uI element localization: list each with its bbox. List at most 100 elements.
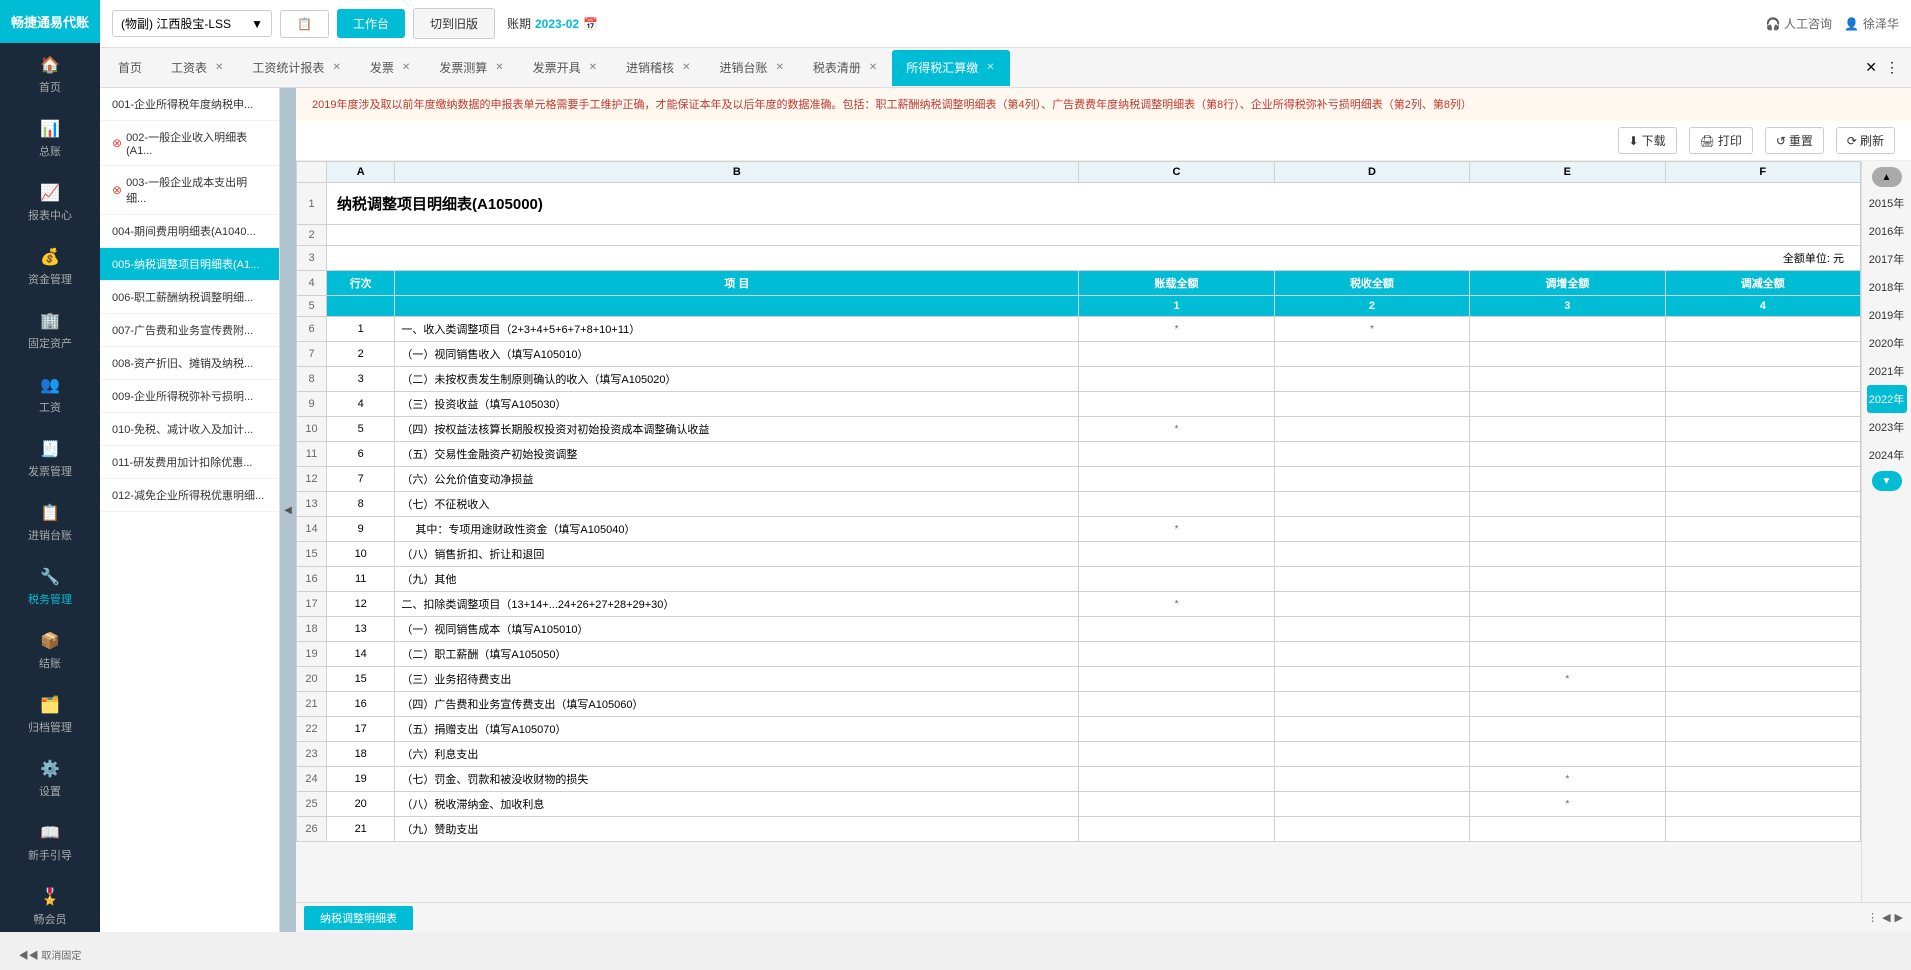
tab-close-payroll-report[interactable]: ✕ xyxy=(332,62,340,73)
left-item-005[interactable]: 005-纳税调整项目明细表(A1... xyxy=(100,248,279,281)
year-2019[interactable]: 2019年 xyxy=(1867,301,1907,329)
topbar-right: 🎧 人工咨询 👤 徐泽华 xyxy=(1766,15,1899,32)
more-tabs-icon[interactable]: ⋮ xyxy=(1885,59,1899,76)
main-area: (物副) 江西股宝-LSS ▼ 📋 工作台 切到旧版 账期 2023-02 📅 … xyxy=(100,0,1911,932)
sidebar-item-invoice[interactable]: 🧾 发票管理 xyxy=(0,427,100,491)
year-2022[interactable]: 2022年 xyxy=(1867,385,1907,413)
tab-close-payroll[interactable]: ✕ xyxy=(215,62,223,73)
table-row: 17 12 二、扣除类调整项目（13+14+...24+26+27+28+29+… xyxy=(297,592,1861,617)
table-container[interactable]: A B C D E F 1 纳税调 xyxy=(296,161,1861,902)
left-item-002[interactable]: ⊗ 002-一般企业收入明细表(A1... xyxy=(100,121,279,166)
tab-close-invoice[interactable]: ✕ xyxy=(402,62,410,73)
year-2016[interactable]: 2016年 xyxy=(1867,217,1907,245)
sidebar-item-tax[interactable]: 🔧 税务管理 xyxy=(0,555,100,619)
sidebar-item-reports[interactable]: 📈 报表中心 xyxy=(0,171,100,235)
content-area: 001-企业所得税年度纳税申... ⊗ 002-一般企业收入明细表(A1... … xyxy=(100,88,1911,932)
table-row: 23 18 （六）利息支出 xyxy=(297,742,1861,767)
table-row-5: 5 1 2 3 4 xyxy=(297,296,1861,317)
refresh-button[interactable]: ⟳ 刷新 xyxy=(1836,127,1895,154)
header-increase: 调增全额 xyxy=(1470,271,1665,296)
tabbar: 首页 工资表✕ 工资统计报表✕ 发票✕ 发票测算✕ 发票开具✕ 进销稽核✕ 进销… xyxy=(100,48,1911,88)
year-2021[interactable]: 2021年 xyxy=(1867,357,1907,385)
sidebar-item-settings[interactable]: ⚙️ 设置 xyxy=(0,747,100,811)
tab-invoice[interactable]: 发票✕ xyxy=(356,50,425,86)
sidebar-item-vip[interactable]: 🎖️ 畅会员 xyxy=(0,875,100,939)
left-item-006[interactable]: 006-职工薪酬纳税调整明细... xyxy=(100,281,279,314)
left-item-010[interactable]: 010-免税、减计收入及加计... xyxy=(100,413,279,446)
support-link[interactable]: 🎧 人工咨询 xyxy=(1766,15,1832,32)
tab-purchase-ledger[interactable]: 进销台账✕ xyxy=(705,50,798,86)
oldversion-button[interactable]: 切到旧版 xyxy=(413,8,495,39)
left-item-012[interactable]: 012-减免企业所得税优惠明细... xyxy=(100,479,279,512)
year-2024[interactable]: 2024年 xyxy=(1867,441,1907,469)
left-item-001[interactable]: 001-企业所得税年度纳税申... xyxy=(100,88,279,121)
copy-button[interactable]: 📋 xyxy=(280,10,329,38)
sidebar-item-close[interactable]: 📦 结账 xyxy=(0,619,100,683)
tab-income-tax[interactable]: 所得税汇算缴✕ xyxy=(892,50,1009,86)
scroll-info-icon: ⋮ xyxy=(1867,911,1878,924)
close-all-icon[interactable]: ✕ xyxy=(1865,59,1877,76)
year-2017[interactable]: 2017年 xyxy=(1867,245,1907,273)
scroll-right-icon[interactable]: ▶ xyxy=(1895,911,1903,924)
workbench-button[interactable]: 工作台 xyxy=(337,9,405,38)
sidebar-item-purchases[interactable]: 📋 进销台账 xyxy=(0,491,100,555)
reports-icon: 📈 xyxy=(40,183,60,203)
avatar-icon: 👤 xyxy=(1844,17,1859,31)
year-2023[interactable]: 2023年 xyxy=(1867,413,1907,441)
left-item-011[interactable]: 011-研发费用加计扣除优惠... xyxy=(100,446,279,479)
header-rownum: 行次 xyxy=(327,271,395,296)
sidebar-item-ledger[interactable]: 📊 总账 xyxy=(0,107,100,171)
tab-invoice-calc[interactable]: 发票测算✕ xyxy=(425,50,518,86)
tab-invoice-issue[interactable]: 发票开具✕ xyxy=(519,50,612,86)
download-button[interactable]: ⬇ 下载 xyxy=(1618,127,1677,154)
tab-payroll-report[interactable]: 工资统计报表✕ xyxy=(238,50,355,86)
download-icon: ⬇ xyxy=(1629,134,1639,148)
year-scroll-up[interactable]: ▲ xyxy=(1872,167,1902,187)
left-item-008[interactable]: 008-资产折旧、摊销及纳税... xyxy=(100,347,279,380)
tab-home[interactable]: 首页 xyxy=(104,50,157,86)
header-bookval: 账载全额 xyxy=(1079,271,1274,296)
finance-icon: 💰 xyxy=(40,247,60,267)
left-item-003[interactable]: ⊗ 003-一般企业成本支出明细... xyxy=(100,166,279,215)
sidebar-item-finance[interactable]: 💰 资金管理 xyxy=(0,235,100,299)
left-item-009[interactable]: 009-企业所得税弥补亏损明... xyxy=(100,380,279,413)
tab-close-invoice-issue[interactable]: ✕ xyxy=(589,62,597,73)
table-row: 14 9 其中：专项用途财政性资金（填写A105040） * xyxy=(297,517,1861,542)
tab-close-invoice-calc[interactable]: ✕ xyxy=(495,62,503,73)
scroll-left-icon[interactable]: ◀ xyxy=(1882,911,1890,924)
collapse-panel-button[interactable]: ◀ xyxy=(280,88,296,932)
tab-close-purchase-ledger[interactable]: ✕ xyxy=(775,62,783,73)
bottom-tab-main[interactable]: 纳税调整明细表 xyxy=(304,906,413,930)
tab-purchase-check[interactable]: 进销稽核✕ xyxy=(612,50,705,86)
year-scroll-down[interactable]: ▼ xyxy=(1872,471,1902,491)
sidebar-item-payroll[interactable]: 👥 工资 xyxy=(0,363,100,427)
purchases-icon: 📋 xyxy=(40,503,60,523)
sidebar-item-assets[interactable]: 🏢 固定资产 xyxy=(0,299,100,363)
tab-tax-list[interactable]: 税表清册✕ xyxy=(799,50,892,86)
reset-button[interactable]: ↺ 重置 xyxy=(1765,127,1824,154)
year-2018[interactable]: 2018年 xyxy=(1867,273,1907,301)
sidebar-item-guide[interactable]: 📖 新手引导 xyxy=(0,811,100,875)
table-row-2: 2 xyxy=(297,225,1861,246)
left-item-007[interactable]: 007-广告费和业务宣传费附... xyxy=(100,314,279,347)
tab-close-tax-list[interactable]: ✕ xyxy=(869,62,877,73)
print-button[interactable]: 🖨 打印 xyxy=(1689,127,1753,154)
unpin-button[interactable]: ◀◀ 取消固定 xyxy=(0,939,100,970)
year-2020[interactable]: 2020年 xyxy=(1867,329,1907,357)
table-row: 26 21 （九）赞助支出 xyxy=(297,817,1861,842)
sidebar-item-archive[interactable]: 🗂️ 归档管理 xyxy=(0,683,100,747)
sidebar-item-home[interactable]: 🏠 首页 xyxy=(0,43,100,107)
year-2015[interactable]: 2015年 xyxy=(1867,189,1907,217)
tab-payroll[interactable]: 工资表✕ xyxy=(157,50,238,86)
user-menu[interactable]: 👤 徐泽华 xyxy=(1844,15,1899,32)
tab-close-purchase-check[interactable]: ✕ xyxy=(682,62,690,73)
calendar-icon[interactable]: 📅 xyxy=(583,17,598,31)
table-row: 25 20 （八）税收滞纳金、加收利息 * xyxy=(297,792,1861,817)
table-row: 13 8 （七）不征税收入 xyxy=(297,492,1861,517)
vip-icon: 🎖️ xyxy=(40,887,60,907)
tab-close-income-tax[interactable]: ✕ xyxy=(986,62,994,73)
company-selector[interactable]: (物副) 江西股宝-LSS ▼ xyxy=(112,10,272,37)
left-item-004[interactable]: 004-期间费用明细表(A1040... xyxy=(100,215,279,248)
col-F: F xyxy=(1665,162,1860,183)
table-row-3: 3 全额单位: 元 xyxy=(297,246,1861,271)
